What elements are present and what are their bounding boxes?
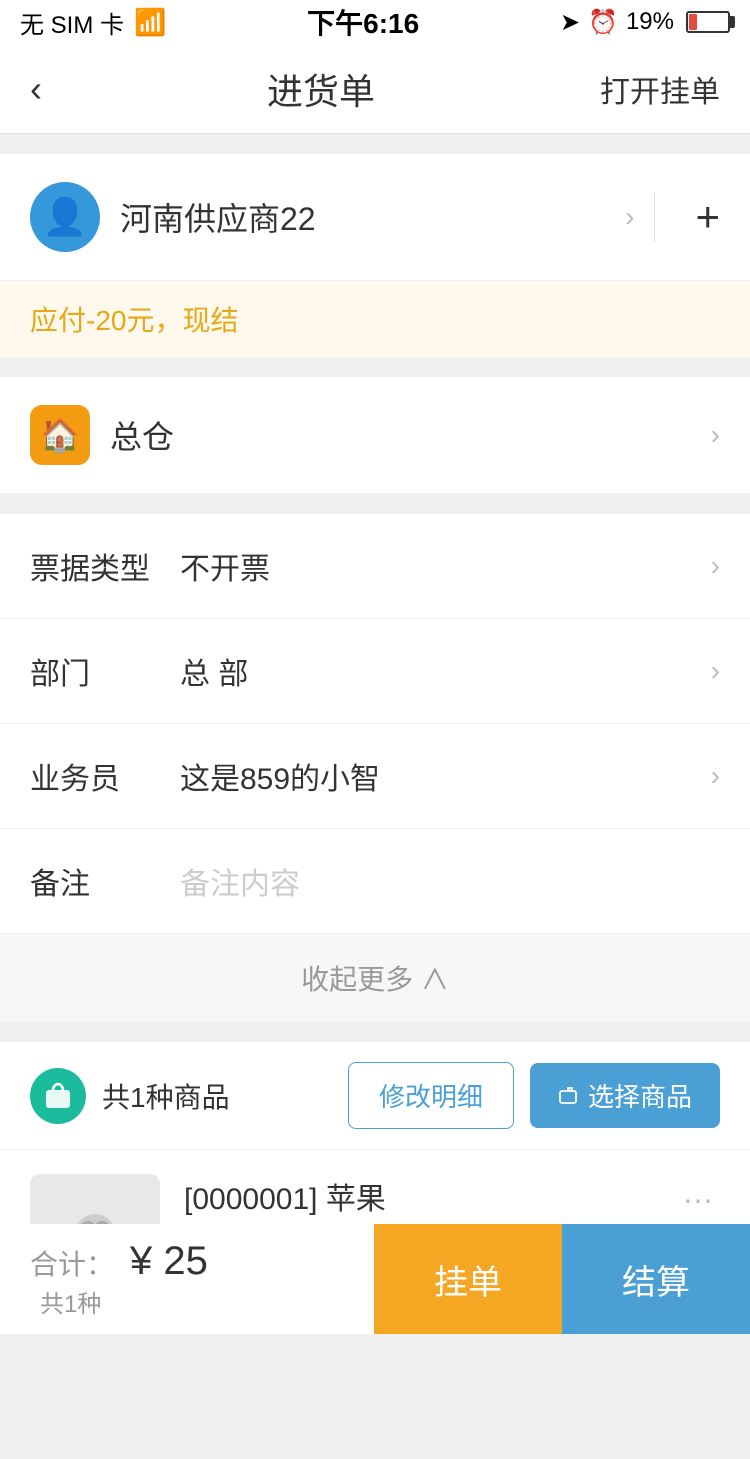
- gap-3: [0, 494, 750, 514]
- supplier-row[interactable]: 👤 河南供应商22 › +: [0, 154, 750, 281]
- invoice-value: 不开票: [180, 544, 711, 588]
- footer-total-area: 合计： ¥ 25 共1种: [0, 1224, 374, 1334]
- supplier-chevron-icon: ›: [625, 201, 634, 233]
- remark-row[interactable]: 备注 备注内容: [0, 829, 750, 934]
- warehouse-card: 🏠 总仓 ›: [0, 377, 750, 494]
- product-title: 苹果: [326, 1183, 386, 1216]
- hang-order-button[interactable]: 挂单: [374, 1224, 562, 1334]
- avatar-icon: 👤: [43, 196, 88, 238]
- page-title: 进货单: [267, 63, 375, 115]
- status-left: 无 SIM 卡 📶: [20, 5, 166, 40]
- battery-percent: 19%: [626, 8, 674, 36]
- invoice-row[interactable]: 票据类型 不开票 ›: [0, 514, 750, 619]
- gap-4: [0, 1022, 750, 1042]
- sales-value: 这是859的小智: [180, 754, 711, 798]
- warehouse-chevron-icon: ›: [711, 419, 720, 451]
- form-card: 票据类型 不开票 › 部门 总 部 › 业务员 这是859的小智 › 备注 备注…: [0, 514, 750, 934]
- bag-icon: [42, 1080, 74, 1112]
- total-count: 共1种: [40, 1284, 374, 1319]
- edit-detail-button[interactable]: 修改明细: [348, 1062, 514, 1129]
- footer-total-row: 合计： ¥ 25: [30, 1239, 374, 1284]
- info-banner: 应付-20元，现结: [0, 281, 750, 357]
- nav-bar: ‹ 进货单 打开挂单: [0, 44, 750, 134]
- supplier-avatar: 👤: [30, 182, 100, 252]
- dept-chevron-icon: ›: [711, 655, 720, 687]
- invoice-chevron-icon: ›: [711, 550, 720, 582]
- cart-icon: [558, 1085, 580, 1107]
- product-count: 共1种商品: [102, 1076, 348, 1116]
- carrier-text: 无 SIM 卡: [20, 5, 124, 40]
- supplier-card: 👤 河南供应商22 › + 应付-20元，现结: [0, 154, 750, 357]
- product-name: [0000001] 苹果: [184, 1174, 676, 1218]
- settle-button[interactable]: 结算: [562, 1224, 750, 1334]
- footer-bar: 合计： ¥ 25 共1种 挂单 结算: [0, 1224, 750, 1334]
- wifi-icon: 📶: [134, 7, 166, 38]
- remark-label: 备注: [30, 859, 160, 903]
- supplier-divider: [654, 192, 655, 242]
- sales-label: 业务员: [30, 754, 160, 798]
- location-icon: ➤: [560, 8, 580, 37]
- total-amount: ¥ 25: [130, 1239, 208, 1284]
- product-header: 共1种商品 修改明细 选择商品: [0, 1042, 750, 1150]
- dept-value: 总 部: [180, 649, 711, 693]
- warehouse-icon-symbol: 🏠: [40, 416, 80, 454]
- select-product-button[interactable]: 选择商品: [530, 1063, 720, 1128]
- sales-chevron-icon: ›: [711, 760, 720, 792]
- product-more-button[interactable]: …: [676, 1174, 720, 1211]
- status-bar: 无 SIM 卡 📶 下午6:16 ➤ ⏰ 19%: [0, 0, 750, 44]
- footer-spacer: [0, 1329, 750, 1459]
- remark-input[interactable]: 备注内容: [180, 859, 720, 903]
- warehouse-icon: 🏠: [30, 405, 90, 465]
- status-right: ➤ ⏰ 19%: [560, 8, 730, 37]
- warehouse-row[interactable]: 🏠 总仓 ›: [0, 377, 750, 494]
- product-header-icon: [30, 1068, 86, 1124]
- gap-2: [0, 357, 750, 377]
- sales-row[interactable]: 业务员 这是859的小智 ›: [0, 724, 750, 829]
- supplier-name: 河南供应商22: [120, 194, 625, 240]
- alarm-icon: ⏰: [588, 8, 618, 37]
- collapse-button[interactable]: 收起更多 ∧: [0, 934, 750, 1022]
- invoice-label: 票据类型: [30, 544, 160, 588]
- product-code: [0000001]: [184, 1183, 317, 1216]
- select-product-label: 选择商品: [588, 1077, 692, 1114]
- collapse-label: 收起更多 ∧: [301, 958, 449, 998]
- dept-row[interactable]: 部门 总 部 ›: [0, 619, 750, 724]
- warehouse-name: 总仓: [110, 412, 711, 458]
- battery-fill: [689, 14, 697, 30]
- status-time: 下午6:16: [307, 2, 419, 42]
- open-pending-button[interactable]: 打开挂单: [600, 67, 720, 111]
- battery-icon: [686, 11, 730, 33]
- back-button[interactable]: ‹: [30, 68, 42, 110]
- gap-1: [0, 134, 750, 154]
- dept-label: 部门: [30, 649, 160, 693]
- total-label: 合计：: [30, 1243, 114, 1283]
- footer-actions: 挂单 结算: [374, 1224, 750, 1334]
- add-supplier-button[interactable]: +: [695, 193, 720, 241]
